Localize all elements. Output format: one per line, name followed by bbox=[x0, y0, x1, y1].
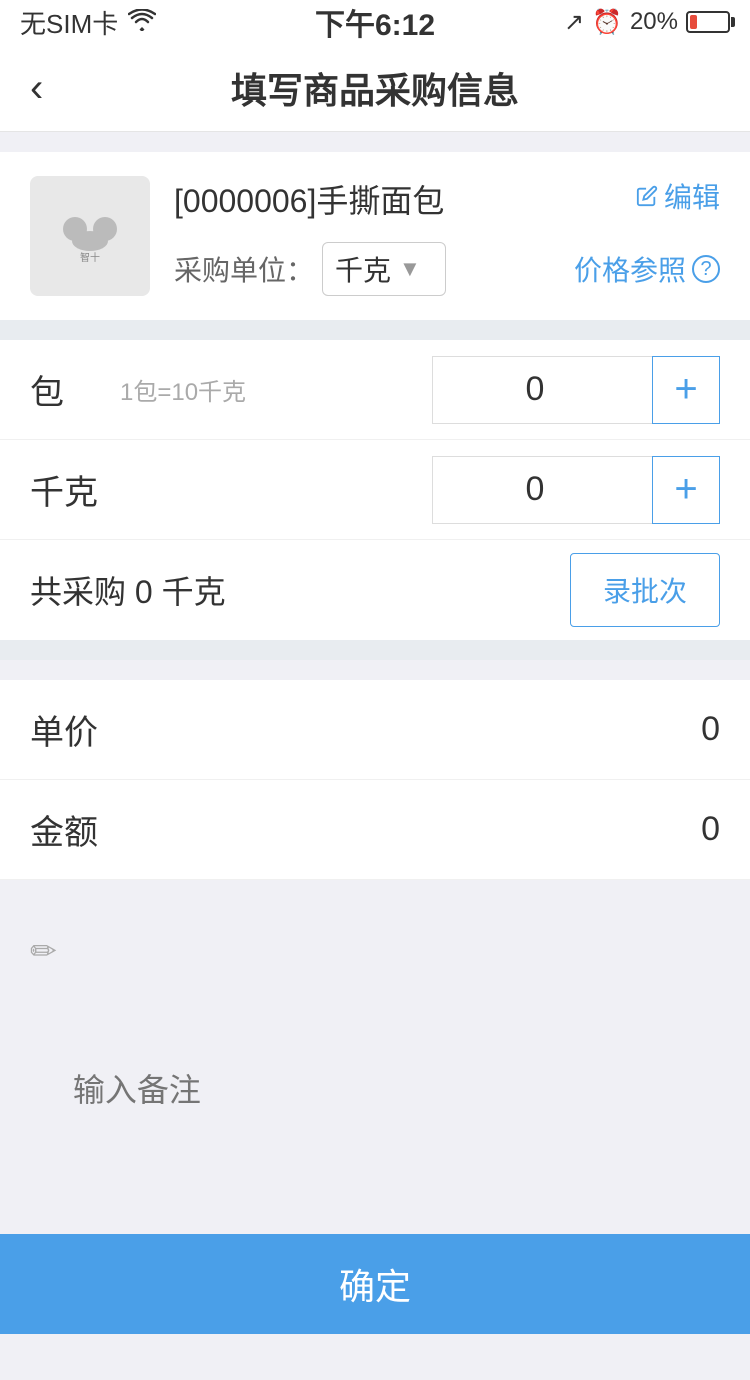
unit-label: 采购单位： bbox=[174, 249, 314, 289]
wifi-icon bbox=[128, 7, 156, 38]
amount-label: 金额 bbox=[30, 805, 98, 854]
bao-plus-button[interactable]: + bbox=[652, 356, 720, 424]
product-info: [0000006]手撕面包 编辑 采购单位： 千克 ▼ 价格参照 ? bbox=[174, 176, 720, 296]
alarm-icon: ⏰ bbox=[592, 8, 622, 37]
svg-text:智十: 智十 bbox=[80, 251, 100, 264]
input-section: 包 1包=10千克 + 千克 + bbox=[0, 340, 750, 540]
product-card: 智十 [0000006]手撕面包 编辑 采购单位： 千克 ▼ bbox=[0, 152, 750, 320]
status-time: 下午6:12 bbox=[315, 0, 435, 44]
price-ref-icon: ? bbox=[692, 255, 720, 283]
nav-bar: ‹ 填写商品采购信息 bbox=[0, 44, 750, 132]
status-left: 无SIM卡 bbox=[20, 4, 156, 41]
page-title: 填写商品采购信息 bbox=[231, 62, 519, 114]
section-divider-1 bbox=[0, 320, 750, 340]
unit-select-value: 千克 bbox=[335, 249, 391, 289]
summary-prefix: 共采购 bbox=[30, 574, 126, 610]
amount-row: 金额 0 bbox=[0, 780, 750, 880]
kg-label: 千克 bbox=[30, 465, 110, 514]
summary-text: 共采购 0 千克 bbox=[30, 567, 226, 613]
batch-button[interactable]: 录批次 bbox=[570, 553, 720, 627]
battery-icon bbox=[686, 11, 730, 33]
location-icon: ↗ bbox=[564, 8, 584, 37]
confirm-button[interactable]: 确定 bbox=[0, 1234, 750, 1334]
carrier-text: 无SIM卡 bbox=[20, 4, 118, 41]
kg-input[interactable] bbox=[432, 456, 652, 524]
amount-value: 0 bbox=[701, 810, 720, 849]
remark-input[interactable] bbox=[73, 1072, 720, 1109]
pencil-icon: ✏ bbox=[30, 932, 57, 970]
price-section: 单价 0 金额 0 bbox=[0, 680, 750, 880]
summary-unit: 千克 bbox=[162, 574, 226, 610]
summary-value: 0 bbox=[135, 574, 153, 610]
status-bar: 无SIM卡 下午6:12 ↗ ⏰ 20% bbox=[0, 0, 750, 44]
price-ref-button[interactable]: 价格参照 ? bbox=[574, 249, 720, 289]
kg-plus-button[interactable]: + bbox=[652, 456, 720, 524]
status-right: ↗ ⏰ 20% bbox=[564, 8, 730, 37]
unit-price-label: 单价 bbox=[30, 705, 98, 754]
unit-price-row: 单价 0 bbox=[0, 680, 750, 780]
battery-percent: 20% bbox=[630, 8, 678, 36]
chevron-down-icon: ▼ bbox=[399, 256, 421, 282]
back-button[interactable]: ‹ bbox=[30, 68, 43, 108]
bao-input-row: 包 1包=10千克 + bbox=[0, 340, 750, 440]
product-unit-row: 采购单位： 千克 ▼ 价格参照 ? bbox=[174, 242, 720, 296]
bao-label: 包 bbox=[30, 365, 110, 414]
unit-select[interactable]: 千克 ▼ bbox=[322, 242, 446, 296]
edit-label: 编辑 bbox=[664, 176, 720, 216]
product-thumbnail: 智十 bbox=[30, 176, 150, 296]
bao-stepper: + bbox=[432, 356, 720, 424]
product-name: [0000006]手撕面包 bbox=[174, 176, 636, 222]
section-divider-2 bbox=[0, 640, 750, 660]
edit-button[interactable]: 编辑 bbox=[636, 176, 720, 216]
summary-row: 共采购 0 千克 录批次 bbox=[0, 540, 750, 640]
product-header: [0000006]手撕面包 编辑 bbox=[174, 176, 720, 222]
kg-input-row: 千克 + bbox=[0, 440, 750, 540]
remark-section: ✏ bbox=[0, 900, 750, 1280]
kg-stepper: + bbox=[432, 456, 720, 524]
confirm-label: 确定 bbox=[339, 1258, 411, 1310]
unit-price-value: 0 bbox=[701, 710, 720, 749]
price-ref-label: 价格参照 bbox=[574, 249, 686, 289]
bao-sublabel: 1包=10千克 bbox=[120, 372, 432, 407]
bao-input[interactable] bbox=[432, 356, 652, 424]
